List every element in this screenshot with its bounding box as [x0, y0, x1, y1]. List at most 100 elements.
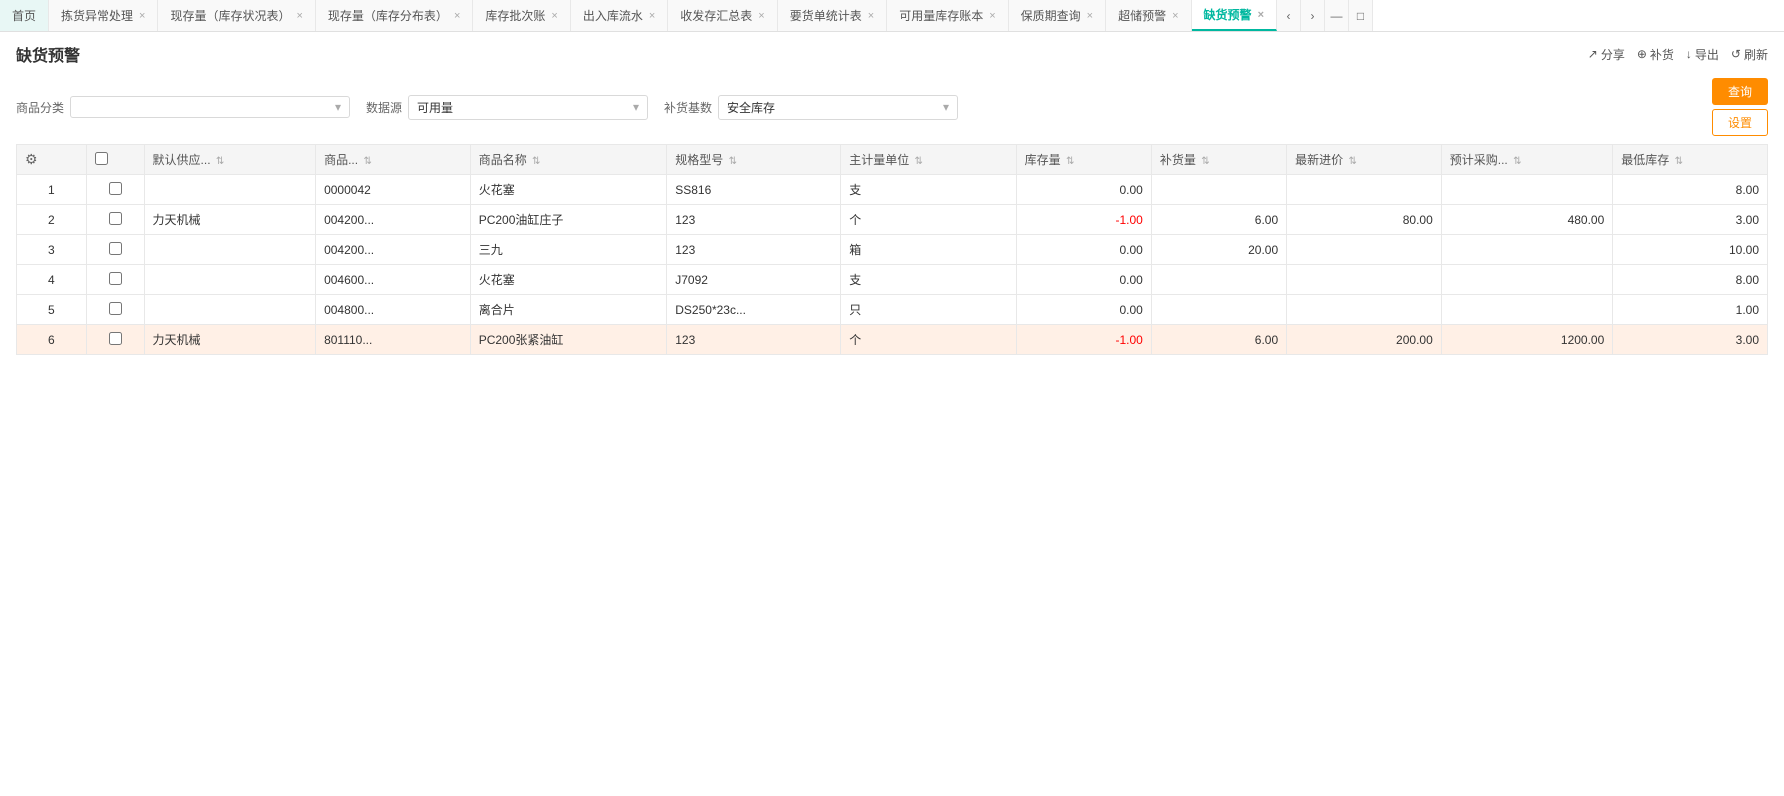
tab-available-ledger[interactable]: 可用量库存账本 ×	[887, 0, 1008, 31]
query-button[interactable]: 查询	[1712, 78, 1768, 105]
tab-in-out-flow[interactable]: 出入库流水 ×	[571, 0, 668, 31]
cell-unit: 支	[841, 265, 1016, 295]
tab-batch-account[interactable]: 库存批次账 ×	[473, 0, 570, 31]
th-settings[interactable]: ⚙	[17, 145, 87, 175]
page-container: 缺货预警 ↗ 分享 ⊕ 补货 ↓ 导出 ↺ 刷新 商品分类	[0, 32, 1784, 796]
cell-supplier	[144, 265, 316, 295]
export-icon: ↓	[1686, 47, 1692, 61]
tab-close-shortage[interactable]: ×	[1258, 9, 1264, 21]
cell-unit: 支	[841, 175, 1016, 205]
cell-checkbox[interactable]	[86, 265, 144, 295]
tab-maximize-btn[interactable]: □	[1349, 0, 1373, 31]
refresh-button[interactable]: ↺ 刷新	[1731, 46, 1768, 63]
stock-sort-icon[interactable]: ⇅	[1066, 156, 1074, 167]
row-checkbox[interactable]	[109, 242, 122, 255]
row-checkbox[interactable]	[109, 272, 122, 285]
datasource-filter-group: 数据源 可用量 ▾	[366, 95, 648, 120]
cell-name: 火花塞	[470, 175, 667, 205]
cell-latest-price	[1287, 235, 1442, 265]
tab-close-inventory-dist[interactable]: ×	[454, 10, 460, 22]
replenish-sort-icon[interactable]: ⇅	[1201, 156, 1209, 167]
supplier-sort-icon[interactable]: ⇅	[216, 156, 224, 167]
cell-index: 3	[17, 235, 87, 265]
tab-close-receipt-summary[interactable]: ×	[758, 10, 764, 22]
replenish-base-select[interactable]: 安全库存 ▾	[718, 95, 958, 120]
category-select[interactable]: ▾	[70, 96, 350, 118]
row-checkbox[interactable]	[109, 302, 122, 315]
cell-checkbox[interactable]	[86, 325, 144, 355]
cell-min-stock: 1.00	[1613, 295, 1768, 325]
th-checkbox[interactable]	[86, 145, 144, 175]
cell-stock: 0.00	[1016, 295, 1151, 325]
cell-min-stock: 8.00	[1613, 265, 1768, 295]
min-stock-sort-icon[interactable]: ⇅	[1675, 156, 1683, 167]
tab-close-expiry-query[interactable]: ×	[1087, 10, 1093, 22]
th-code: 商品... ⇅	[316, 145, 471, 175]
tab-inventory-status[interactable]: 现存量（库存状况表） ×	[158, 0, 315, 31]
tab-next-btn[interactable]: ›	[1301, 0, 1325, 31]
cell-checkbox[interactable]	[86, 205, 144, 235]
share-button[interactable]: ↗ 分享	[1588, 46, 1625, 63]
cell-estimated-purchase	[1441, 235, 1613, 265]
tab-close-available-ledger[interactable]: ×	[989, 10, 995, 22]
row-checkbox[interactable]	[109, 182, 122, 195]
row-checkbox[interactable]	[109, 332, 122, 345]
cell-estimated-purchase	[1441, 295, 1613, 325]
export-button[interactable]: ↓ 导出	[1686, 46, 1719, 63]
settings-button[interactable]: 设置	[1712, 109, 1768, 136]
tab-expiry-query[interactable]: 保质期查询 ×	[1009, 0, 1106, 31]
datasource-arrow-icon: ▾	[633, 100, 639, 114]
cell-checkbox[interactable]	[86, 175, 144, 205]
tab-overstock[interactable]: 超储预警 ×	[1106, 0, 1191, 31]
cell-stock: 0.00	[1016, 175, 1151, 205]
tab-order-stats[interactable]: 要货单统计表 ×	[778, 0, 887, 31]
cell-min-stock: 3.00	[1613, 325, 1768, 355]
tab-close-order-stats[interactable]: ×	[868, 10, 874, 22]
cell-name: 离合片	[470, 295, 667, 325]
tab-exception[interactable]: 拣货异常处理 ×	[49, 0, 158, 31]
cell-min-stock: 3.00	[1613, 205, 1768, 235]
cell-name: 火花塞	[470, 265, 667, 295]
cell-checkbox[interactable]	[86, 295, 144, 325]
th-min-stock: 最低库存 ⇅	[1613, 145, 1768, 175]
cell-stock: -1.00	[1016, 205, 1151, 235]
table-row: 1 0000042 火花塞 SS816 支 0.00 8.00	[17, 175, 1768, 205]
cell-latest-price: 80.00	[1287, 205, 1442, 235]
tab-prev-btn[interactable]: ‹	[1277, 0, 1301, 31]
purchase-sort-icon[interactable]: ⇅	[1513, 156, 1521, 167]
cell-checkbox[interactable]	[86, 235, 144, 265]
tab-close-inventory-status[interactable]: ×	[296, 10, 302, 22]
tab-home[interactable]: 首页	[0, 0, 49, 31]
tab-close-exception[interactable]: ×	[139, 10, 145, 22]
cell-supplier: 力天机械	[144, 325, 316, 355]
unit-sort-icon[interactable]: ⇅	[915, 156, 923, 167]
cell-replenish: 6.00	[1151, 325, 1286, 355]
cell-stock: 0.00	[1016, 235, 1151, 265]
spec-sort-icon[interactable]: ⇅	[729, 156, 737, 167]
tab-shortage[interactable]: 缺货预警 ×	[1192, 0, 1277, 31]
cell-replenish: 6.00	[1151, 205, 1286, 235]
share-icon: ↗	[1588, 47, 1598, 61]
gear-icon[interactable]: ⚙	[25, 151, 38, 167]
tab-inventory-dist[interactable]: 现存量（库存分布表） ×	[316, 0, 473, 31]
cell-name: PC200张紧油缸	[470, 325, 667, 355]
th-latest-price: 最新进价 ⇅	[1287, 145, 1442, 175]
cell-replenish	[1151, 295, 1286, 325]
cell-supplier: 力天机械	[144, 205, 316, 235]
replenish-button[interactable]: ⊕ 补货	[1637, 46, 1674, 63]
cell-latest-price	[1287, 265, 1442, 295]
price-sort-icon[interactable]: ⇅	[1349, 156, 1357, 167]
datasource-select[interactable]: 可用量 ▾	[408, 95, 648, 120]
cell-estimated-purchase	[1441, 175, 1613, 205]
cell-supplier	[144, 235, 316, 265]
code-sort-icon[interactable]: ⇅	[363, 156, 371, 167]
row-checkbox[interactable]	[109, 212, 122, 225]
tab-close-in-out-flow[interactable]: ×	[649, 10, 655, 22]
tab-minimize-btn[interactable]: —	[1325, 0, 1349, 31]
select-all-checkbox[interactable]	[95, 152, 108, 165]
tab-receipt-summary[interactable]: 收发存汇总表 ×	[668, 0, 777, 31]
cell-code: 004200...	[316, 235, 471, 265]
tab-close-batch-account[interactable]: ×	[551, 10, 557, 22]
tab-close-overstock[interactable]: ×	[1172, 10, 1178, 22]
name-sort-icon[interactable]: ⇅	[532, 156, 540, 167]
